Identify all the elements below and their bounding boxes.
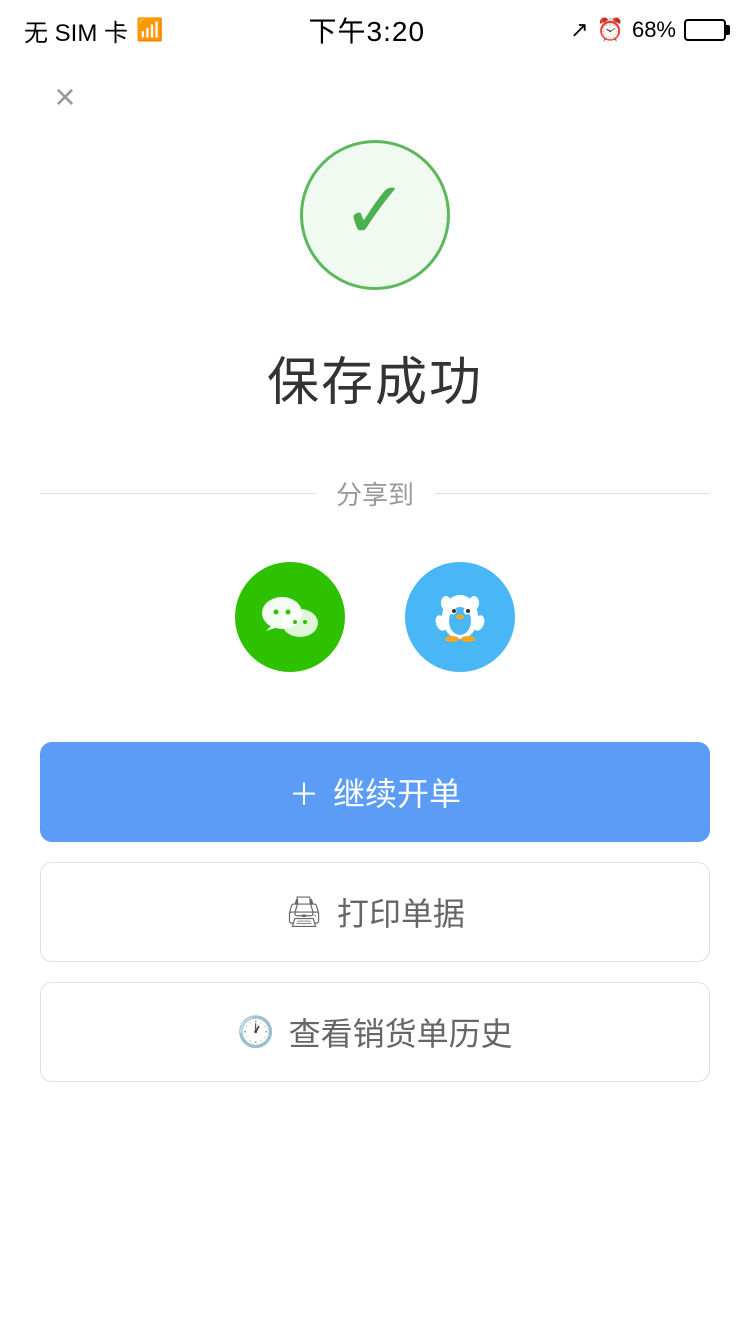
printer-icon: 🖨 — [285, 895, 323, 930]
continue-order-button[interactable]: ＋ 继续开单 — [40, 742, 710, 842]
print-receipt-label: 打印单据 — [337, 889, 465, 935]
status-bar: 无 SIM 卡 📶 下午3:20 ↗ ⏰ 68% — [0, 0, 750, 60]
status-left: 无 SIM 卡 📶 — [24, 13, 163, 48]
share-icons-row — [235, 562, 515, 672]
qq-share-button[interactable] — [405, 562, 515, 672]
action-buttons: ＋ 继续开单 🖨 打印单据 🕐 查看销货单历史 — [0, 742, 750, 1082]
status-right: ↗ ⏰ 68% — [570, 17, 726, 43]
clock-icon: 🕐 — [237, 1015, 274, 1050]
close-button[interactable]: × — [40, 72, 90, 122]
qq-icon — [430, 585, 490, 650]
print-receipt-button[interactable]: 🖨 打印单据 — [40, 862, 710, 962]
wifi-icon: 📶 — [136, 17, 163, 43]
status-time: 下午3:20 — [309, 10, 426, 50]
wechat-icon — [258, 585, 323, 650]
continue-order-label: 继续开单 — [333, 769, 461, 815]
checkmark-icon: ✓ — [341, 171, 408, 251]
battery-icon — [684, 19, 726, 41]
divider-right — [434, 493, 710, 494]
share-section: 分享到 — [0, 475, 750, 512]
sim-status: 无 SIM 卡 — [24, 13, 128, 48]
battery-percent: 68% — [632, 17, 676, 43]
close-icon: × — [54, 79, 75, 115]
view-history-button[interactable]: 🕐 查看销货单历史 — [40, 982, 710, 1082]
view-history-label: 查看销货单历史 — [289, 1009, 513, 1055]
plus-icon: ＋ — [289, 770, 319, 814]
wechat-share-button[interactable] — [235, 562, 345, 672]
alarm-icon: ⏰ — [597, 17, 624, 43]
location-icon: ↗ — [570, 17, 588, 43]
success-circle: ✓ — [300, 140, 450, 290]
share-label: 分享到 — [316, 475, 434, 512]
main-content: ✓ 保存成功 分享到 — [0, 60, 750, 1082]
success-title: 保存成功 — [267, 340, 483, 415]
divider-left — [40, 493, 316, 494]
